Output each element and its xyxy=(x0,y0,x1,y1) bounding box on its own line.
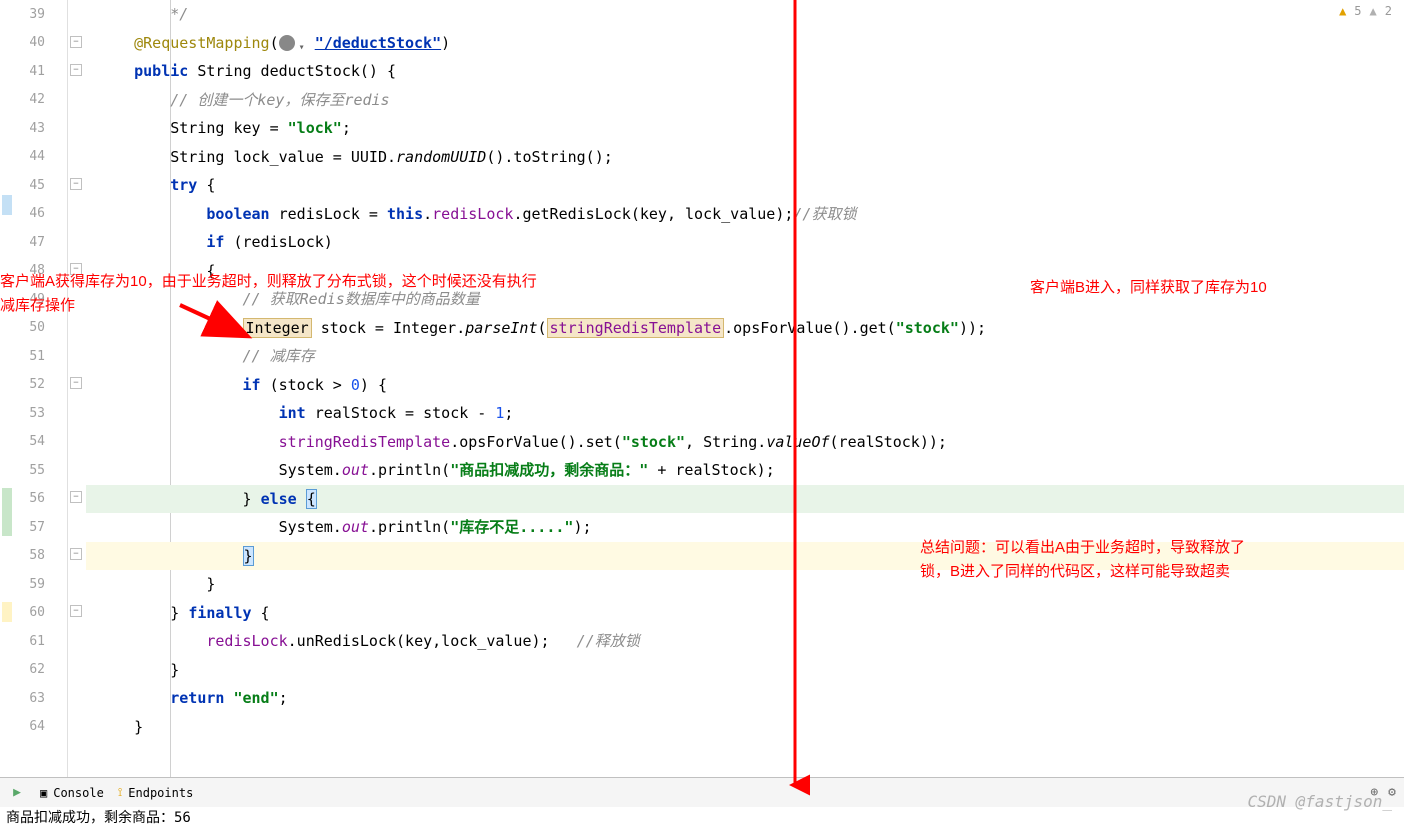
fold-marker[interactable]: − xyxy=(70,36,82,48)
fold-marker[interactable]: − xyxy=(70,377,82,389)
weak-warning-icon: ▲ xyxy=(1370,4,1377,18)
line-number: 63 xyxy=(0,684,67,713)
inspection-summary[interactable]: ▲5 ▲2 xyxy=(1339,4,1392,18)
code-content[interactable]: */ @RequestMapping( "/deductStock") publ… xyxy=(86,0,1404,777)
line-number: 56 xyxy=(0,485,67,514)
line-number: 52 xyxy=(0,371,67,400)
fold-marker[interactable]: − xyxy=(70,64,82,76)
annotation-client-b: 客户端B进入，同样获取了库存为10 xyxy=(1030,276,1267,300)
endpoints-tab[interactable]: ⟟ Endpoints xyxy=(118,785,194,800)
fold-marker[interactable]: − xyxy=(70,178,82,190)
line-number: 39 xyxy=(0,0,67,29)
line-number: 40 xyxy=(0,29,67,58)
fold-marker[interactable]: − xyxy=(70,548,82,560)
console-output-line: 商品扣减成功，剩余商品：56 xyxy=(0,807,1404,829)
line-number: 47 xyxy=(0,228,67,257)
globe-icon[interactable] xyxy=(279,35,295,51)
console-tab[interactable]: ▣ Console xyxy=(40,786,104,800)
line-number: 57 xyxy=(0,513,67,542)
line-number: 45 xyxy=(0,171,67,200)
fold-marker[interactable]: − xyxy=(70,491,82,503)
warning-icon: ▲ xyxy=(1339,4,1346,18)
line-number: 62 xyxy=(0,656,67,685)
line-number: 43 xyxy=(0,114,67,143)
endpoints-icon: ⟟ xyxy=(118,785,122,800)
fold-column: − − − − − − − − xyxy=(68,0,86,777)
line-number: 53 xyxy=(0,399,67,428)
line-number: 44 xyxy=(0,143,67,172)
line-number: 42 xyxy=(0,86,67,115)
watermark-text: CSDN @fastjson_ xyxy=(1248,792,1393,811)
line-number: 54 xyxy=(0,428,67,457)
line-number: 58 xyxy=(0,542,67,571)
line-number: 51 xyxy=(0,342,67,371)
line-number-gutter: 39 40 41 42 43 44 45 46 47 48 49 50 51 5… xyxy=(0,0,68,777)
line-number: 46 xyxy=(0,200,67,229)
run-tool-icon[interactable]: ▶ xyxy=(8,784,26,802)
editor-pane: 39 40 41 42 43 44 45 46 47 48 49 50 51 5… xyxy=(0,0,1404,777)
line-number: 55 xyxy=(0,456,67,485)
annotation-client-a: 客户端A获得库存为10，由于业务超时，则释放了分布式锁，这个时候还没有执行 减库… xyxy=(0,270,537,318)
line-number: 59 xyxy=(0,570,67,599)
line-number: 61 xyxy=(0,627,67,656)
terminal-icon: ▣ xyxy=(40,786,47,800)
line-number: 64 xyxy=(0,713,67,742)
bottom-tool-panel: ▶ ▣ Console ⟟ Endpoints ⊕ ⚙ xyxy=(0,777,1404,807)
annotation-summary: 总结问题：可以看出A由于业务超时，导致释放了 锁，B进入了同样的代码区，这样可能… xyxy=(920,536,1245,584)
line-number: 41 xyxy=(0,57,67,86)
arrow-vertical xyxy=(780,0,810,800)
fold-marker[interactable]: − xyxy=(70,605,82,617)
line-number: 60 xyxy=(0,599,67,628)
